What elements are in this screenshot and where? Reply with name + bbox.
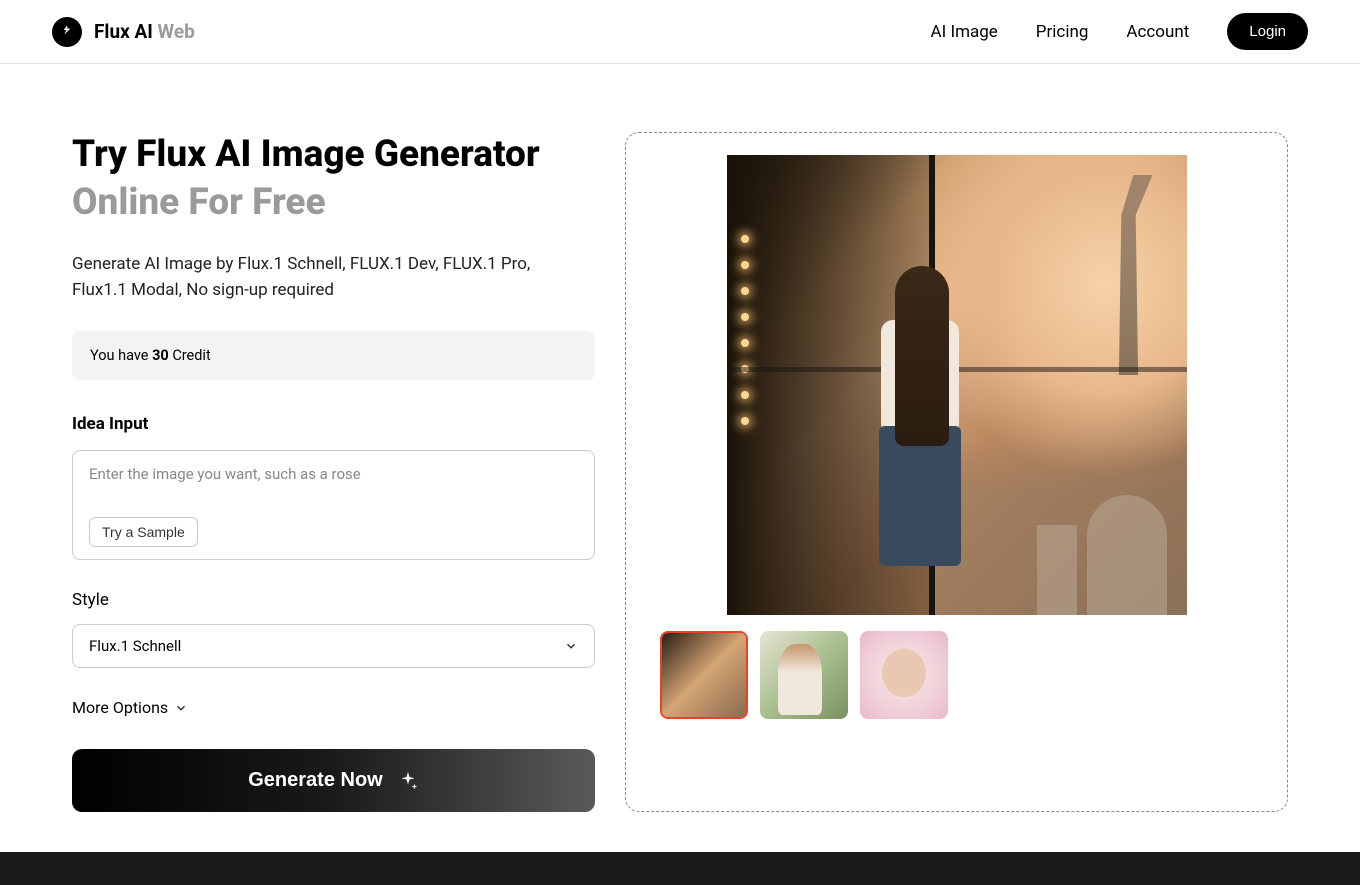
footer: [0, 852, 1360, 885]
page-title-primary: Try Flux AI Image Generator: [72, 132, 595, 178]
idea-input-label: Idea Input: [72, 414, 595, 434]
thumbnail-1[interactable]: [660, 631, 748, 719]
style-select[interactable]: Flux.1 Schnell: [72, 624, 595, 668]
generator-panel: Try Flux AI Image Generator Online For F…: [72, 132, 595, 812]
nav-pricing[interactable]: Pricing: [1036, 22, 1089, 42]
main-container: Try Flux AI Image Generator Online For F…: [0, 64, 1360, 852]
logo-text: Flux AI Web: [94, 20, 195, 43]
sparkle-icon: [397, 770, 419, 792]
generate-button[interactable]: Generate Now: [72, 749, 595, 812]
idea-input[interactable]: [89, 465, 578, 509]
nav-account[interactable]: Account: [1126, 22, 1189, 42]
main-nav: AI Image Pricing Account Login: [931, 13, 1308, 50]
thumbnail-2[interactable]: [760, 631, 848, 719]
preview-image: [727, 155, 1187, 615]
header: Flux AI Web AI Image Pricing Account Log…: [0, 0, 1360, 64]
page-subtitle: Generate AI Image by Flux.1 Schnell, FLU…: [72, 251, 572, 304]
logo[interactable]: Flux AI Web: [52, 17, 195, 47]
credit-prefix: You have: [90, 347, 152, 364]
more-options-toggle[interactable]: More Options: [72, 698, 595, 717]
style-value: Flux.1 Schnell: [89, 637, 181, 655]
try-sample-button[interactable]: Try a Sample: [89, 517, 198, 547]
login-button[interactable]: Login: [1227, 13, 1308, 50]
logo-icon: [52, 17, 82, 47]
chevron-down-icon: [174, 701, 188, 715]
thumbnail-3[interactable]: [860, 631, 948, 719]
more-options-label: More Options: [72, 698, 168, 717]
credit-banner: You have 30 Credit: [72, 331, 595, 380]
credit-count: 30: [152, 347, 169, 364]
preview-panel: [625, 132, 1288, 812]
generate-label: Generate Now: [248, 769, 382, 792]
idea-input-container: Try a Sample: [72, 450, 595, 560]
thumbnail-strip: [660, 631, 948, 719]
style-label: Style: [72, 590, 595, 610]
nav-ai-image[interactable]: AI Image: [931, 22, 998, 42]
credit-suffix: Credit: [169, 347, 211, 364]
page-title-secondary: Online For Free: [72, 180, 595, 226]
chevron-down-icon: [564, 639, 578, 653]
